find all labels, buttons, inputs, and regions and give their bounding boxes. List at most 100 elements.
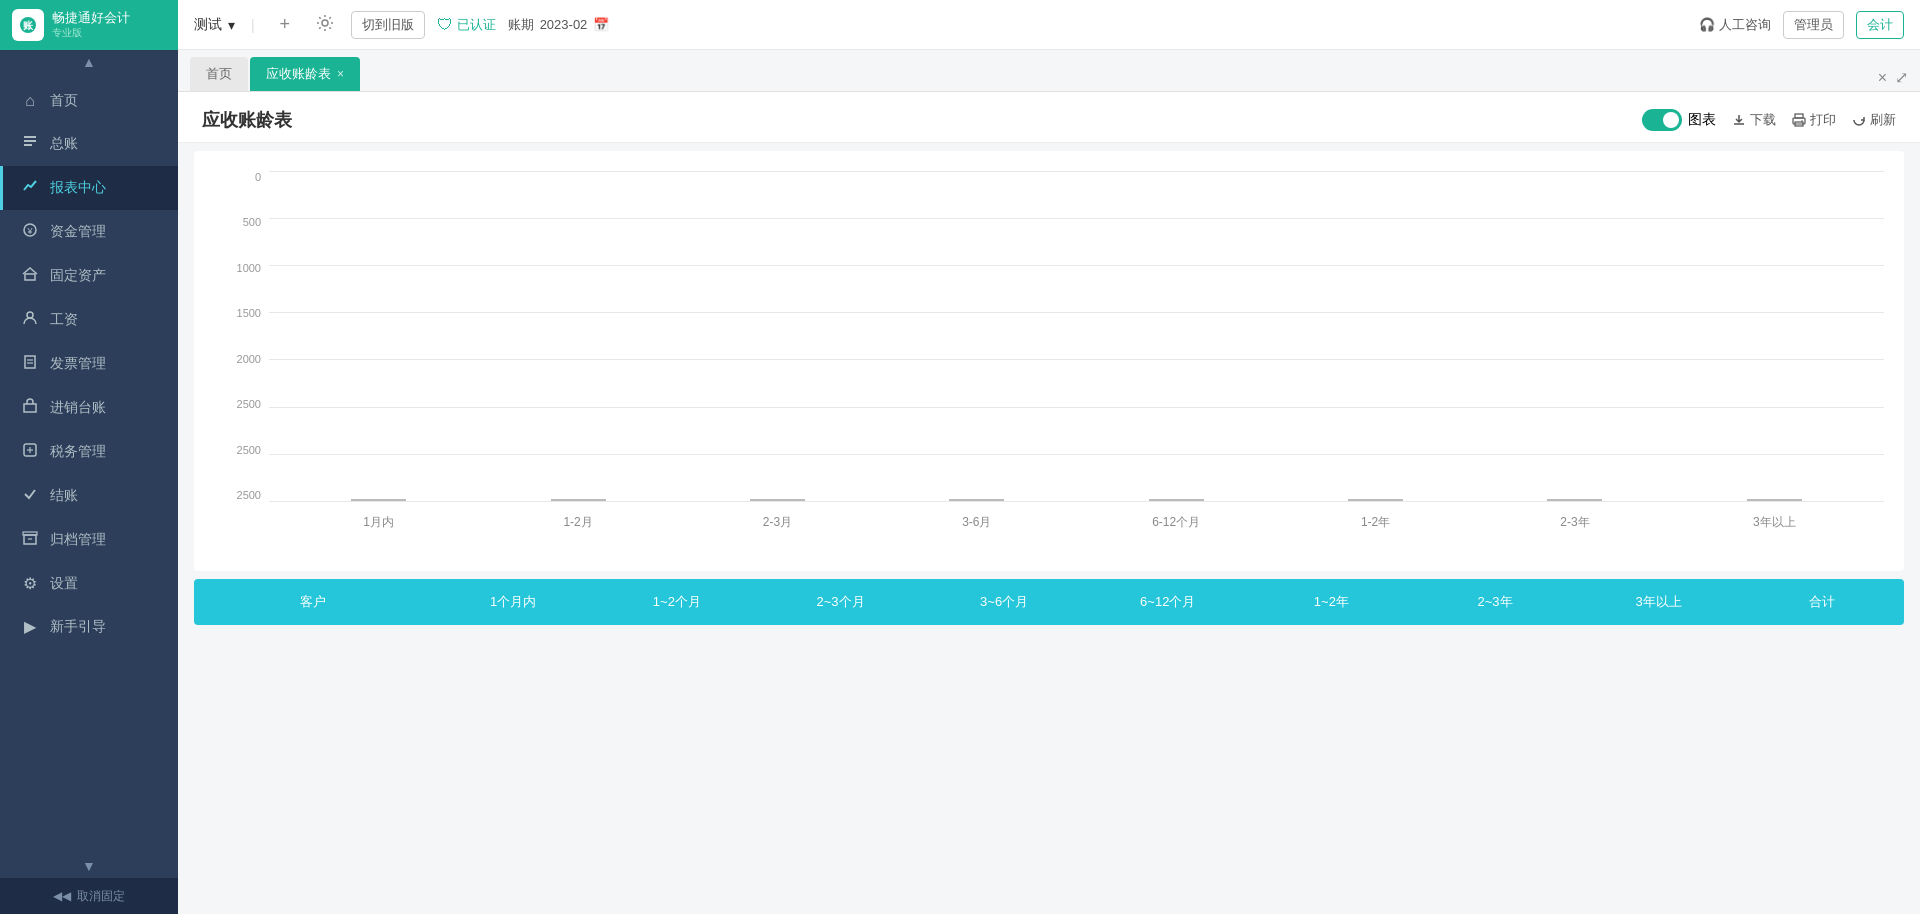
x-label-2: 1-2月 — [478, 514, 677, 531]
sidebar-item-label: 设置 — [50, 575, 78, 593]
sidebar-scroll-down[interactable]: ▼ — [0, 854, 178, 878]
period-label: 账期 — [508, 16, 534, 34]
refresh-label: 刷新 — [1870, 111, 1896, 129]
sidebar-item-reports[interactable]: 报表中心 — [0, 166, 178, 210]
sidebar-item-tax[interactable]: 税务管理 — [0, 430, 178, 474]
tab-close-icon[interactable]: × — [337, 67, 344, 81]
user-button[interactable]: 管理员 — [1783, 11, 1844, 39]
tab-home-label: 首页 — [206, 65, 232, 83]
svg-rect-4 — [24, 144, 32, 146]
sidebar-item-label: 结账 — [50, 487, 78, 505]
sidebar-item-close[interactable]: 结账 — [0, 474, 178, 518]
unfix-icon: ◀◀ — [53, 889, 71, 903]
close-period-icon — [20, 486, 40, 506]
sidebar-logo: 账 畅捷通好会计 专业版 — [0, 0, 178, 50]
add-project-button[interactable]: + — [271, 11, 299, 39]
sidebar-item-label: 税务管理 — [50, 443, 106, 461]
shield-icon: 🛡 — [437, 16, 453, 34]
sidebar-item-label: 进销台账 — [50, 399, 106, 417]
y-label-4: 1500 — [214, 307, 261, 319]
assets-icon — [20, 266, 40, 286]
svg-text:账: 账 — [23, 20, 34, 31]
table-header-1-2m: 1~2个月 — [595, 579, 759, 625]
y-label-5: 1000 — [214, 262, 261, 274]
project-name: 测试 — [194, 16, 222, 34]
app-logo-icon: 账 — [12, 9, 44, 41]
download-button[interactable]: 下载 — [1732, 111, 1776, 129]
svg-text:¥: ¥ — [26, 226, 33, 236]
svg-rect-12 — [24, 404, 36, 412]
sidebar-nav: ⌂ 首页 总账 报表中心 ¥ 资金管理 固定资产 — [0, 74, 178, 854]
sidebar-item-invoice[interactable]: 发票管理 — [0, 342, 178, 386]
tab-ar-aging[interactable]: 应收账龄表 × — [250, 57, 360, 91]
expand-window-button[interactable]: ⤢ — [1895, 68, 1908, 87]
sidebar-item-stock[interactable]: 进销台账 — [0, 386, 178, 430]
sidebar: 账 畅捷通好会计 专业版 ▲ ⌂ 首页 总账 报表中心 ¥ — [0, 0, 178, 914]
home-icon: ⌂ — [20, 92, 40, 110]
settings-icon: ⚙ — [20, 574, 40, 593]
sidebar-item-archive[interactable]: 归档管理 — [0, 518, 178, 562]
table-header-customer: 客户 — [194, 579, 431, 625]
sidebar-item-label: 发票管理 — [50, 355, 106, 373]
svg-rect-2 — [24, 136, 36, 138]
sidebar-scroll-up[interactable]: ▲ — [0, 50, 178, 74]
x-label-5: 6-12个月 — [1077, 514, 1276, 531]
guide-icon: ▶ — [20, 617, 40, 636]
chart-container: 2500 2500 2500 2000 1500 1000 500 0 — [194, 151, 1904, 571]
table-header-6-12m: 6~12个月 — [1086, 579, 1250, 625]
unfix-sidebar-button[interactable]: ◀◀ 取消固定 — [0, 878, 178, 914]
chevron-down-icon: ▾ — [228, 17, 235, 33]
app-edition: 专业版 — [52, 26, 130, 40]
sidebar-item-guide[interactable]: ▶ 新手引导 — [0, 605, 178, 648]
auth-label: 已认证 — [457, 16, 496, 34]
sidebar-item-label: 报表中心 — [50, 179, 106, 197]
table-container: 客户 1个月内 1~2个月 2~3个月 3~6个月 6~12个月 1~2年 2~… — [194, 579, 1904, 625]
app-name-block: 畅捷通好会计 专业版 — [52, 10, 130, 41]
chart-toggle[interactable] — [1642, 109, 1682, 131]
sidebar-item-label: 资金管理 — [50, 223, 106, 241]
calendar-icon[interactable]: 📅 — [593, 17, 609, 32]
main-area: 测试 ▾ | + 切到旧版 🛡 已认证 账期 2023-02 📅 🎧 人工咨询 … — [178, 0, 1920, 914]
role-button[interactable]: 会计 — [1856, 11, 1904, 39]
sidebar-item-label: 归档管理 — [50, 531, 106, 549]
sidebar-item-label: 固定资产 — [50, 267, 106, 285]
chart-y-axis: 2500 2500 2500 2000 1500 1000 500 0 — [214, 171, 269, 501]
reports-icon — [20, 178, 40, 198]
sidebar-item-label: 总账 — [50, 135, 78, 153]
y-label-2: 2500 — [214, 398, 261, 410]
switch-version-button[interactable]: 切到旧版 — [351, 11, 425, 39]
project-selector[interactable]: 测试 ▾ — [194, 16, 235, 34]
y-label-6: 500 — [214, 216, 261, 228]
sidebar-item-label: 新手引导 — [50, 618, 106, 636]
sidebar-item-home[interactable]: ⌂ 首页 — [0, 80, 178, 122]
refresh-button[interactable]: 刷新 — [1852, 111, 1896, 129]
tab-ar-label: 应收账龄表 — [266, 65, 331, 83]
y-label-3: 2000 — [214, 353, 261, 365]
tax-icon — [20, 442, 40, 462]
print-button[interactable]: 打印 — [1792, 111, 1836, 129]
x-label-7: 2-3年 — [1475, 514, 1674, 531]
tabs-bar: 首页 应收账龄表 × × ⤢ — [178, 50, 1920, 92]
period-value: 2023-02 — [540, 17, 588, 32]
y-label-7: 0 — [214, 171, 261, 183]
x-label-8: 3年以上 — [1675, 514, 1874, 531]
x-label-4: 3-6月 — [877, 514, 1076, 531]
close-window-button[interactable]: × — [1878, 69, 1887, 87]
sidebar-item-settings[interactable]: ⚙ 设置 — [0, 562, 178, 605]
sidebar-item-funds[interactable]: ¥ 资金管理 — [0, 210, 178, 254]
archive-icon — [20, 530, 40, 550]
table-header-1-2y: 1~2年 — [1250, 579, 1414, 625]
svg-rect-3 — [24, 140, 36, 142]
topbar-settings-button[interactable] — [311, 11, 339, 39]
sidebar-item-ledger[interactable]: 总账 — [0, 122, 178, 166]
window-controls: × ⤢ — [1878, 68, 1908, 91]
accounting-period: 账期 2023-02 📅 — [508, 16, 610, 34]
x-label-3: 2-3月 — [678, 514, 877, 531]
topbar-divider: | — [251, 17, 255, 33]
consult-button[interactable]: 🎧 人工咨询 — [1699, 16, 1771, 34]
chart-area: 2500 2500 2500 2000 1500 1000 500 0 — [214, 171, 1884, 531]
sidebar-item-label: 首页 — [50, 92, 78, 110]
sidebar-item-assets[interactable]: 固定资产 — [0, 254, 178, 298]
tab-home[interactable]: 首页 — [190, 57, 248, 91]
sidebar-item-payroll[interactable]: 工资 — [0, 298, 178, 342]
